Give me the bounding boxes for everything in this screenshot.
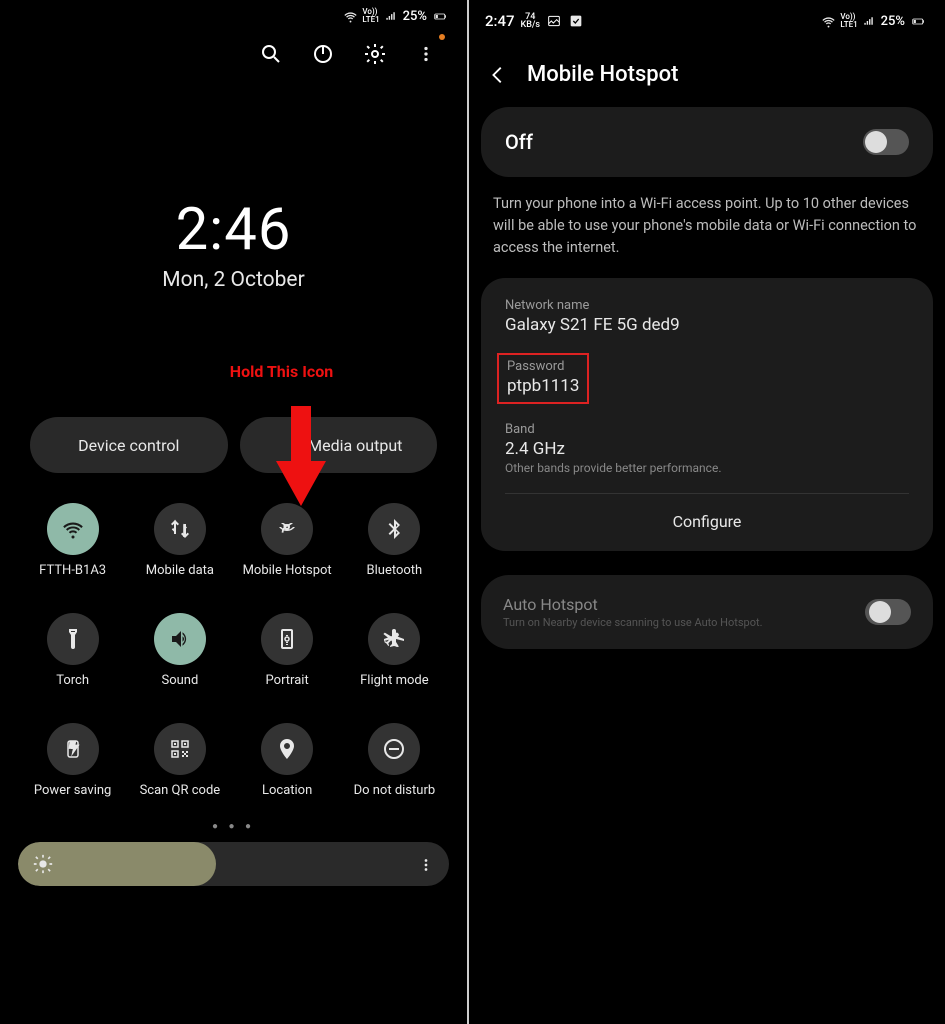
tile-power[interactable]: Power saving [22, 723, 123, 813]
quick-settings-panel: Vo))LTE1 25% 2:46 Mon, 2 October Hold Th… [0, 0, 469, 1024]
auto-hotspot-label: Auto Hotspot [503, 595, 763, 614]
network-name-field[interactable]: Network name Galaxy S21 FE 5G ded9 [505, 298, 909, 335]
media-output-button[interactable]: Media output [240, 417, 438, 473]
hotspot-toggle-card[interactable]: Off [481, 107, 933, 177]
tile-label: FTTH-B1A3 [39, 563, 106, 593]
brightness-slider[interactable] [18, 842, 449, 886]
search-icon[interactable] [259, 42, 283, 66]
tile-label: Scan QR code [140, 783, 221, 813]
clock-date: Mon, 2 October [0, 268, 467, 292]
hotspot-description: Turn your phone into a Wi-Fi access poin… [469, 189, 945, 278]
tile-label: Portrait [266, 673, 309, 703]
tile-label: Torch [56, 673, 89, 703]
battery-pct: 25% [881, 14, 905, 29]
tile-label: Flight mode [360, 673, 429, 703]
page-indicator: ● ● ● [0, 821, 467, 832]
qr-icon [168, 737, 192, 761]
status-bar: 2:47 74KB/s Vo))LTE1 25% [469, 0, 945, 34]
page-title: Mobile Hotspot [527, 62, 678, 87]
more-icon[interactable] [415, 43, 437, 65]
brightness-icon [32, 853, 54, 875]
bluetooth-icon [382, 517, 406, 541]
power-icon [61, 737, 85, 761]
tile-label: Bluetooth [367, 563, 423, 593]
configure-button[interactable]: Configure [505, 494, 909, 535]
volte-icon: Vo))LTE1 [840, 13, 857, 29]
flight-icon [382, 627, 406, 651]
tile-hotspot[interactable]: Mobile Hotspot [237, 503, 338, 593]
hotspot-toggle[interactable] [863, 129, 909, 155]
battery-icon [909, 14, 929, 29]
arrow-annotation [276, 406, 326, 506]
signal-icon [384, 9, 399, 24]
wifi-icon [343, 9, 358, 24]
clock-widget: 2:46 Mon, 2 October [0, 196, 467, 292]
battery-pct: 25% [403, 9, 427, 24]
network-speed: 74KB/s [521, 13, 541, 29]
status-bar: Vo))LTE1 25% [0, 0, 467, 28]
tile-location[interactable]: Location [237, 723, 338, 813]
wifi-icon [61, 517, 85, 541]
battery-icon [431, 9, 451, 24]
tile-label: Mobile data [146, 563, 214, 593]
sound-icon [168, 627, 192, 651]
tile-flight[interactable]: Flight mode [344, 613, 445, 703]
tile-sound[interactable]: Sound [129, 613, 230, 703]
password-field[interactable]: Password ptpb1113 [505, 353, 909, 404]
tile-label: Location [262, 783, 312, 813]
annotation-label: Hold This Icon [48, 362, 515, 381]
auto-hotspot-card[interactable]: Auto Hotspot Turn on Nearby device scann… [481, 575, 933, 649]
tile-bluetooth[interactable]: Bluetooth [344, 503, 445, 593]
gear-icon[interactable] [363, 42, 387, 66]
auto-hotspot-toggle[interactable] [865, 599, 911, 625]
tile-label: Sound [161, 673, 198, 703]
hotspot-settings-screen: 2:47 74KB/s Vo))LTE1 25% Mobile Hotspot … [469, 0, 945, 1024]
power-icon[interactable] [311, 42, 335, 66]
tile-portrait[interactable]: Portrait [237, 613, 338, 703]
hotspot-config-card: Network name Galaxy S21 FE 5G ded9 Passw… [481, 278, 933, 551]
dnd-icon [382, 737, 406, 761]
toggle-state-label: Off [505, 130, 533, 154]
check-icon [568, 13, 584, 29]
tile-torch[interactable]: Torch [22, 613, 123, 703]
brightness-menu-icon[interactable] [417, 856, 435, 874]
data-icon [168, 517, 192, 541]
status-time: 2:47 [485, 12, 515, 30]
tile-wifi[interactable]: FTTH-B1A3 [22, 503, 123, 593]
hotspot-icon [275, 517, 299, 541]
notification-dot [439, 34, 445, 40]
wifi-icon [821, 14, 836, 29]
torch-icon [61, 627, 85, 651]
picture-icon [546, 13, 562, 29]
tile-label: Mobile Hotspot [243, 563, 332, 593]
band-field[interactable]: Band 2.4 GHz Other bands provide better … [505, 422, 909, 475]
clock-time: 2:46 [0, 196, 467, 264]
signal-icon [862, 14, 877, 29]
top-actions [0, 28, 467, 66]
tile-dnd[interactable]: Do not disturb [344, 723, 445, 813]
back-icon[interactable] [487, 64, 509, 86]
auto-hotspot-desc: Turn on Nearby device scanning to use Au… [503, 616, 763, 629]
tile-label: Power saving [34, 783, 111, 813]
portrait-icon [275, 627, 299, 651]
device-control-button[interactable]: Device control [30, 417, 228, 473]
tile-label: Do not disturb [354, 783, 436, 813]
tile-data[interactable]: Mobile data [129, 503, 230, 593]
tile-qr[interactable]: Scan QR code [129, 723, 230, 813]
location-icon [275, 737, 299, 761]
volte-icon: Vo))LTE1 [362, 8, 379, 24]
